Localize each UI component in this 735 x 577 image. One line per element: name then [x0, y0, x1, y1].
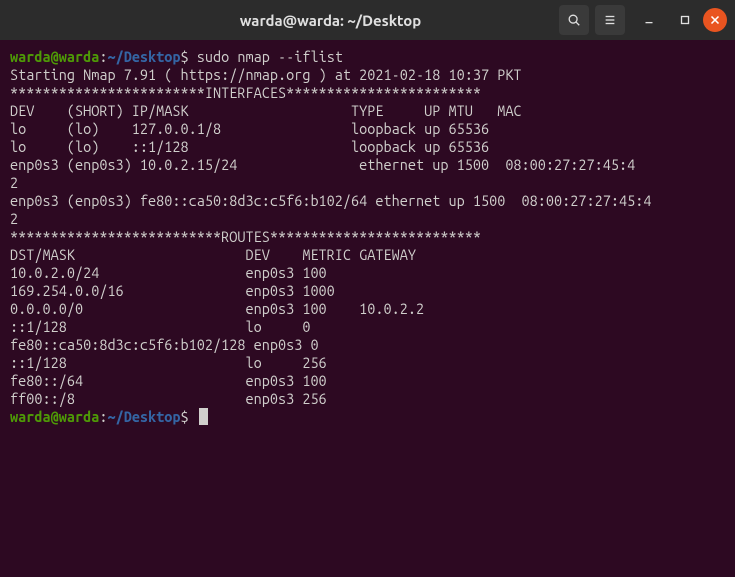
output-header-routes: **************************ROUTES********… [10, 228, 725, 246]
route-row: 169.254.0.0/16 enp0s3 1000 [10, 282, 725, 300]
iface-row: 2 [10, 174, 725, 192]
route-row: 10.0.2.0/24 enp0s3 100 [10, 264, 725, 282]
output-starting: Starting Nmap 7.91 ( https://nmap.org ) … [10, 66, 725, 84]
titlebar: warda@warda: ~/Desktop [0, 0, 735, 40]
maximize-icon [678, 13, 692, 27]
route-row: fe80::ca50:8d3c:c5f6:b102/128 enp0s3 0 [10, 336, 725, 354]
prompt-line-1: warda@warda:~/Desktop$ sudo nmap --iflis… [10, 48, 725, 66]
iface-row: enp0s3 (enp0s3) fe80::ca50:8d3c:c5f6:b10… [10, 192, 725, 210]
cursor [199, 408, 208, 425]
iface-row: enp0s3 (enp0s3) 10.0.2.15/24 ethernet up… [10, 156, 725, 174]
route-row: ::1/128 lo 256 [10, 354, 725, 372]
iface-row: lo (lo) ::1/128 loopback up 65536 [10, 138, 725, 156]
terminal-body[interactable]: warda@warda:~/Desktop$ sudo nmap --iflis… [0, 40, 735, 577]
maximize-button[interactable] [673, 8, 697, 32]
iface-row: 2 [10, 210, 725, 228]
minimize-icon [642, 13, 656, 27]
close-icon [708, 13, 722, 27]
prompt-path: ~/Desktop [107, 408, 180, 425]
route-row: ff00::/8 enp0s3 256 [10, 390, 725, 408]
route-row: 0.0.0.0/0 enp0s3 100 10.0.2.2 [10, 300, 725, 318]
iface-row: lo (lo) 127.0.0.1/8 loopback up 65536 [10, 120, 725, 138]
search-button[interactable] [559, 5, 589, 35]
hamburger-icon [603, 13, 617, 27]
prompt-path: ~/Desktop [107, 48, 180, 65]
route-row: ::1/128 lo 0 [10, 318, 725, 336]
prompt-line-2: warda@warda:~/Desktop$ [10, 408, 725, 426]
prompt-symbol: $ [181, 48, 189, 65]
window-title: warda@warda: ~/Desktop [8, 12, 553, 29]
routes-columns: DST/MASK DEV METRIC GATEWAY [10, 246, 725, 264]
command-text: sudo nmap --iflist [197, 48, 343, 65]
minimize-button[interactable] [637, 8, 661, 32]
prompt-userhost: warda@warda [10, 48, 99, 65]
output-header-interfaces: ************************INTERFACES******… [10, 84, 725, 102]
interfaces-columns: DEV (SHORT) IP/MASK TYPE UP MTU MAC [10, 102, 725, 120]
close-button[interactable] [703, 8, 727, 32]
prompt-userhost: warda@warda [10, 408, 99, 425]
prompt-symbol: $ [181, 408, 189, 425]
search-icon [567, 13, 581, 27]
menu-button[interactable] [595, 5, 625, 35]
route-row: fe80::/64 enp0s3 100 [10, 372, 725, 390]
